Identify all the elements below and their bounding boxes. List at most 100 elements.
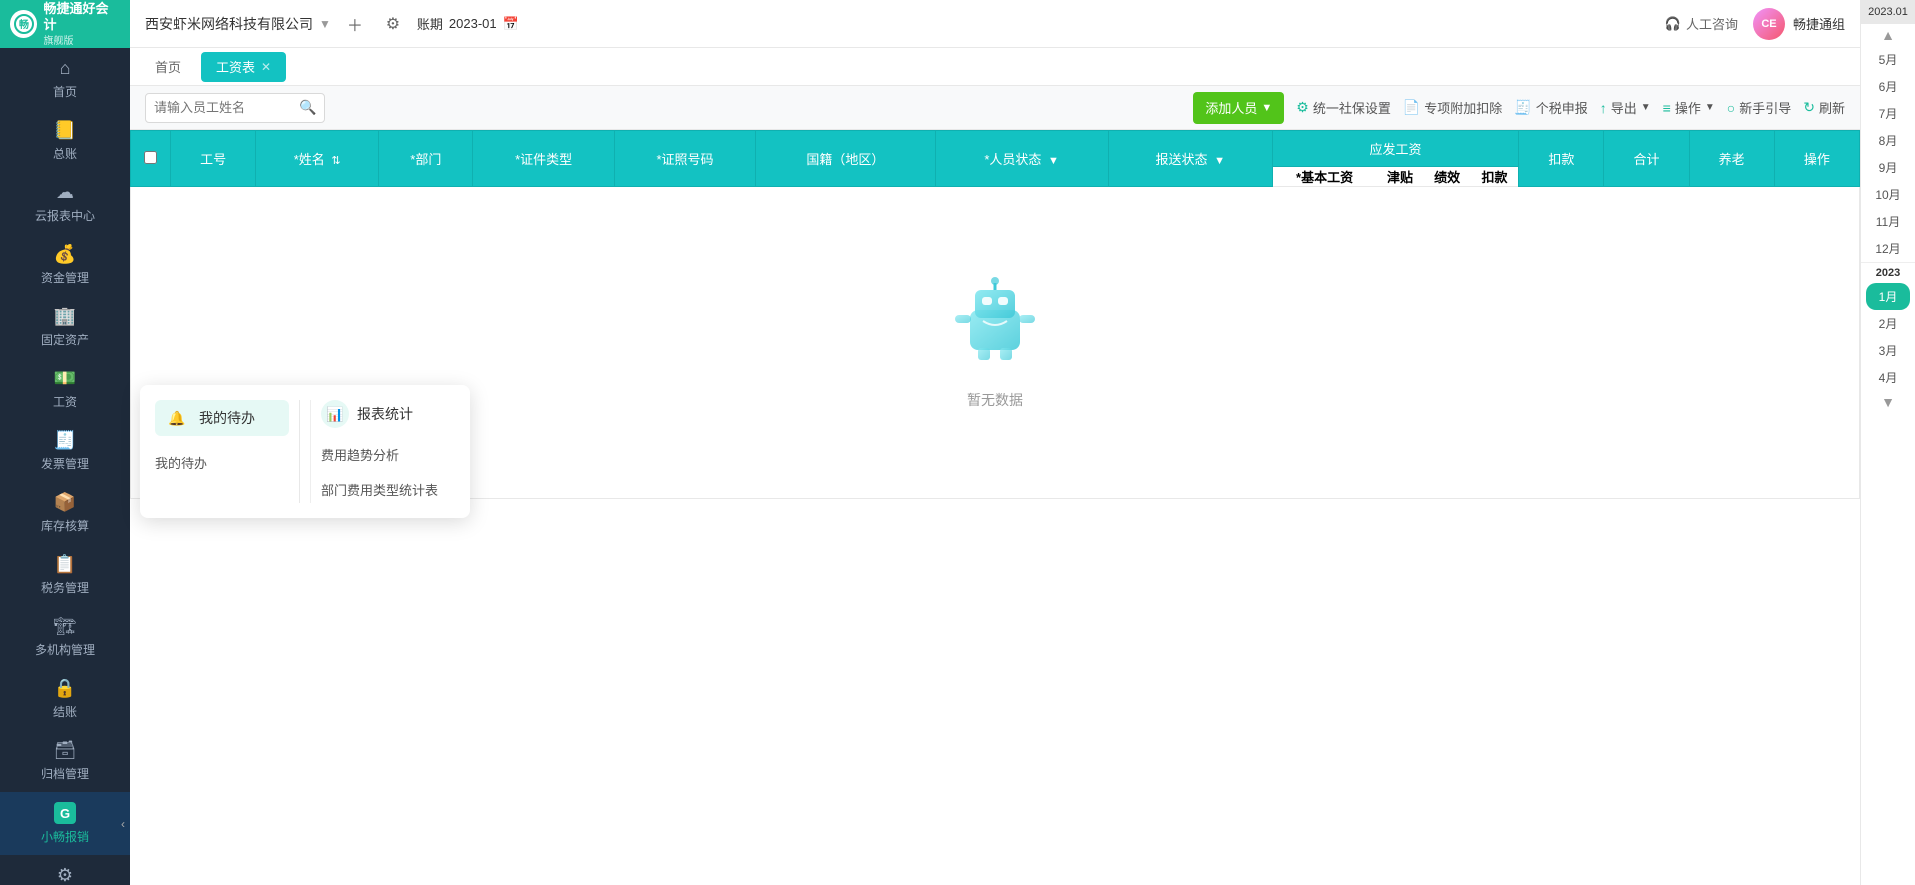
multi-org-icon: 🏗 <box>54 616 77 637</box>
time-down-button[interactable]: ▼ <box>1861 391 1915 413</box>
social-security-label: 统一社保设置 <box>1313 98 1391 117</box>
calendar-icon: 📅 <box>503 16 519 32</box>
export-label: 导出 <box>1611 98 1637 117</box>
th-name: *姓名 ⇅ <box>256 131 379 187</box>
settings-button[interactable]: ⚙ <box>379 10 407 38</box>
th-checkbox[interactable] <box>131 131 171 187</box>
company-dropdown-arrow: ▼ <box>319 17 331 31</box>
sidebar-label-salary: 工资 <box>53 393 77 410</box>
social-security-action[interactable]: ⚙ 统一社保设置 <box>1296 98 1391 117</box>
my-todo-item[interactable]: 我的待办 <box>155 449 289 476</box>
popup-left-col: 🔔 我的待办 我的待办 <box>155 400 289 503</box>
header-right: 🎧 人工咨询 CE 畅捷通组 <box>1665 8 1845 40</box>
time-month-jun[interactable]: 6月 <box>1861 73 1915 100</box>
sidebar-label-fund: 资金管理 <box>41 269 89 286</box>
time-month-sep[interactable]: 9月 <box>1861 154 1915 181</box>
sidebar-label-multi: 多机构管理 <box>35 641 95 658</box>
time-month-dec[interactable]: 12月 <box>1861 235 1915 262</box>
company-selector[interactable]: 西安虾米网络科技有限公司 ▼ <box>145 14 331 34</box>
search-input[interactable] <box>154 100 294 115</box>
sidebar-label-invoice: 发票管理 <box>41 455 89 472</box>
sidebar-item-fixed-assets[interactable]: 🏢 固定资产 <box>0 296 130 358</box>
expense-trend-item[interactable]: 费用趋势分析 <box>321 441 455 468</box>
time-month-apr[interactable]: 4月 <box>1861 364 1915 391</box>
select-all-checkbox[interactable] <box>144 151 157 164</box>
todo-section-icon: 🔔 <box>163 404 191 432</box>
add-company-button[interactable]: ＋ <box>341 10 369 38</box>
company-name: 西安虾米网络科技有限公司 <box>145 14 313 34</box>
dept-expense-item[interactable]: 部门费用类型统计表 <box>321 476 455 503</box>
headset-icon: 🎧 <box>1665 16 1681 32</box>
xiaochang-icon: G <box>54 802 76 824</box>
svg-text:畅: 畅 <box>19 18 29 31</box>
th-cert-no: *证照号码 <box>614 131 755 187</box>
sidebar-item-salary[interactable]: 💵 工资 <box>0 358 130 420</box>
sidebar-item-close[interactable]: 🔒 结账 <box>0 668 130 730</box>
sidebar-item-cloud-report[interactable]: ☁ 云报表中心 <box>0 172 130 234</box>
th-deduction: 扣款 <box>1471 167 1519 187</box>
time-up-button[interactable]: ▲ <box>1861 24 1915 46</box>
personal-tax-action[interactable]: 🧾 个税申报 <box>1514 98 1587 117</box>
th-country: 国籍（地区） <box>756 131 935 187</box>
export-action[interactable]: ↑ 导出 ▼ <box>1600 98 1651 117</box>
tab-home[interactable]: 首页 <box>140 52 196 82</box>
sidebar-label-xiaochang: 小畅报销 <box>41 828 89 845</box>
new-guide-label: 新手引导 <box>1739 98 1791 117</box>
new-guide-action[interactable]: ○ 新手引导 <box>1727 98 1791 117</box>
ops-arrow-icon: ▼ <box>1705 102 1715 113</box>
special-deduction-icon: 📄 <box>1403 99 1420 116</box>
sidebar-item-archive[interactable]: 🗃 归档管理 <box>0 730 130 792</box>
sidebar: 畅 畅捷通好会计 旗舰版 ⌂ 首页 📒 总账 ☁ 云报表中心 💰 资金管理 🏢 … <box>0 0 130 885</box>
logo-icon: 畅 <box>10 10 37 38</box>
search-icon: 🔍 <box>299 99 316 116</box>
popup-divider <box>299 400 300 503</box>
popup-right-header: 📊 报表统计 <box>321 400 455 428</box>
name-sort-icon[interactable]: ⇅ <box>331 155 340 167</box>
report-status-filter-icon[interactable]: ▼ <box>1214 155 1225 167</box>
salary-icon: 💵 <box>54 368 76 389</box>
sidebar-item-ledger[interactable]: 📒 总账 <box>0 110 130 172</box>
special-deduction-action[interactable]: 📄 专项附加扣除 <box>1403 98 1502 117</box>
time-month-jul[interactable]: 7月 <box>1861 100 1915 127</box>
time-month-jan-active[interactable]: 1月 <box>1866 283 1910 310</box>
sidebar-item-tax[interactable]: 📋 税务管理 <box>0 544 130 606</box>
fund-icon: 💰 <box>54 244 76 265</box>
sidebar-item-multi-org[interactable]: 🏗 多机构管理 <box>0 606 130 668</box>
settings-icon: ⚙ <box>57 865 73 885</box>
top-header: 西安虾米网络科技有限公司 ▼ ＋ ⚙ 账期 2023-01 📅 🎧 人工咨询 C… <box>130 0 1860 48</box>
sidebar-label-fixed: 固定资产 <box>41 331 89 348</box>
sidebar-item-inventory[interactable]: 📦 库存核算 <box>0 482 130 544</box>
tab-home-label: 首页 <box>155 57 181 76</box>
tax-icon: 📋 <box>54 554 76 575</box>
th-cert-type: *证件类型 <box>473 131 614 187</box>
operations-action[interactable]: ≡ 操作 ▼ <box>1663 98 1715 117</box>
sidebar-item-settings[interactable]: ⚙ 基础设置 <box>0 855 130 885</box>
period-display: 账期 2023-01 📅 <box>417 14 519 33</box>
th-report-status: 报送状态 ▼ <box>1108 131 1272 187</box>
refresh-action[interactable]: ↻ 刷新 <box>1803 98 1845 117</box>
time-month-oct[interactable]: 10月 <box>1861 181 1915 208</box>
sidebar-item-fund[interactable]: 💰 资金管理 <box>0 234 130 296</box>
home-icon: ⌂ <box>60 58 71 79</box>
time-month-mar[interactable]: 3月 <box>1861 337 1915 364</box>
period-value: 2023-01 <box>449 16 497 31</box>
invoice-icon: 🧾 <box>54 430 76 451</box>
sidebar-item-home[interactable]: ⌂ 首页 <box>0 48 130 110</box>
time-month-nov[interactable]: 11月 <box>1861 208 1915 235</box>
person-status-filter-icon[interactable]: ▼ <box>1048 155 1059 167</box>
th-due-salary-group: 应发工资 <box>1272 131 1519 167</box>
add-person-button[interactable]: 添加人员 ▼ <box>1193 92 1284 124</box>
search-wrap: 🔍 <box>145 93 325 123</box>
time-month-may[interactable]: 5月 <box>1861 46 1915 73</box>
sidebar-item-invoice[interactable]: 🧾 发票管理 <box>0 420 130 482</box>
time-month-feb[interactable]: 2月 <box>1861 310 1915 337</box>
tab-close-icon[interactable]: ✕ <box>261 60 271 74</box>
app-sub: 旗舰版 <box>43 32 120 47</box>
time-month-aug[interactable]: 8月 <box>1861 127 1915 154</box>
special-deduction-label: 专项附加扣除 <box>1424 98 1502 117</box>
customer-service[interactable]: 🎧 人工咨询 <box>1665 14 1738 33</box>
social-security-icon: ⚙ <box>1296 99 1309 116</box>
user-profile[interactable]: CE 畅捷通组 <box>1753 8 1845 40</box>
sidebar-item-xiaochang[interactable]: G 小畅报销 ‹ <box>0 792 130 855</box>
tab-salary-table[interactable]: 工资表 ✕ <box>201 52 286 82</box>
